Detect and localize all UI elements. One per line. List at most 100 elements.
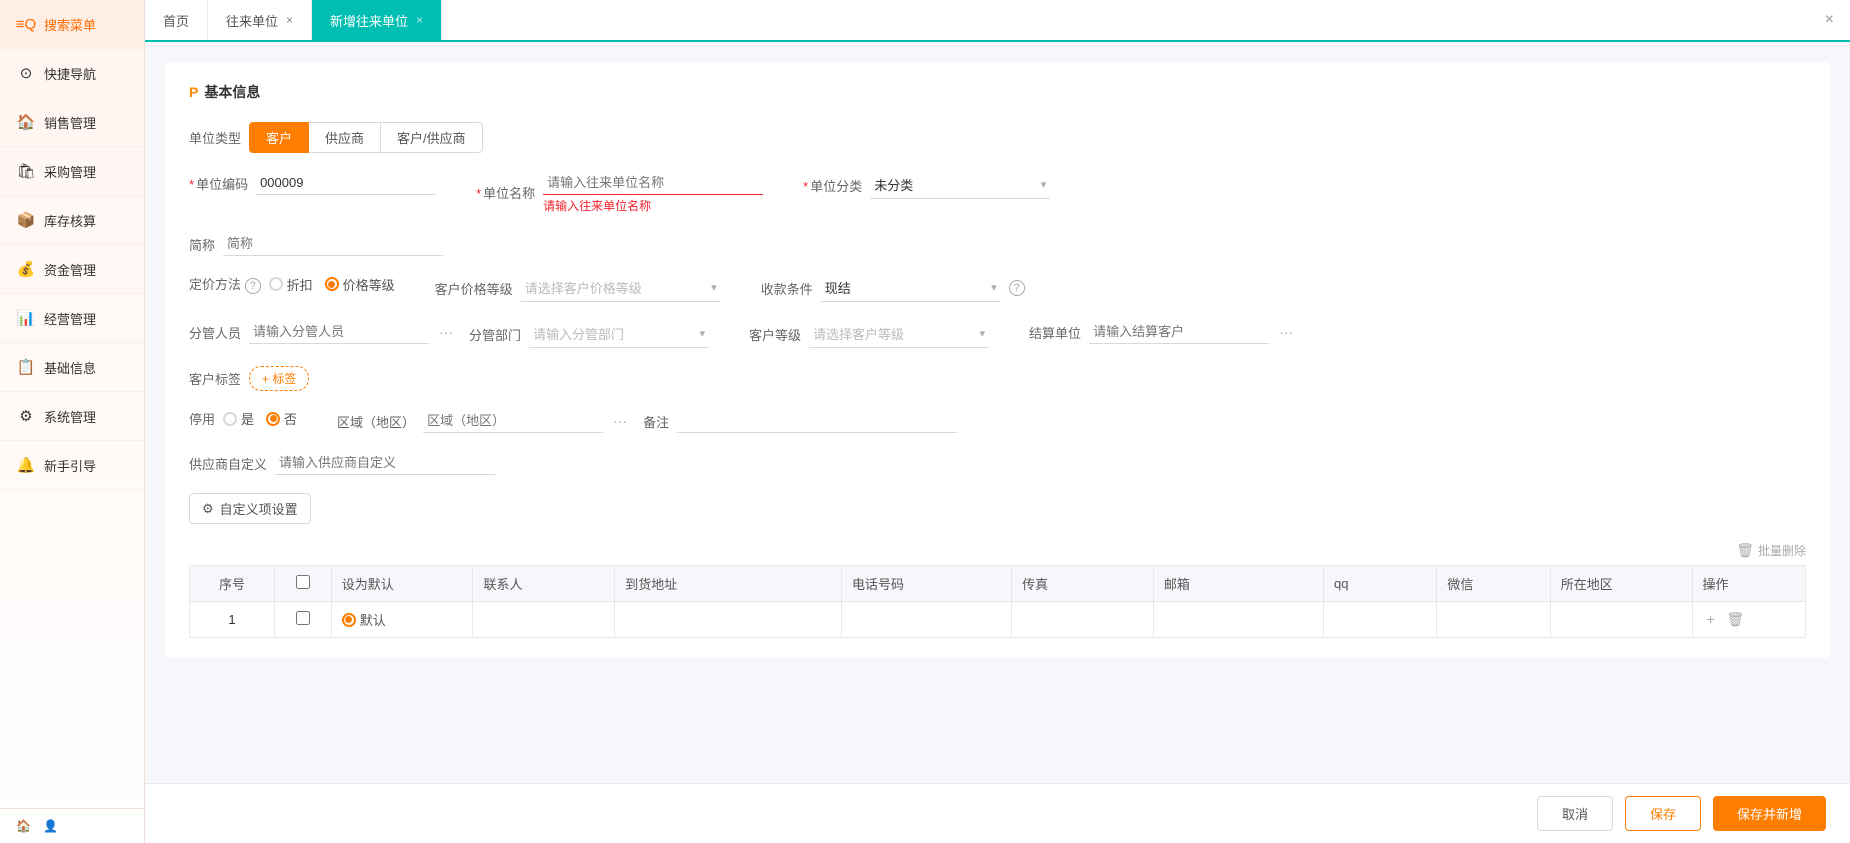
row-default-radio[interactable]: 默认 [342,610,463,629]
add-tag-button[interactable]: + 标签 [249,366,309,391]
region-field: 区域（地区） ··· [337,409,603,433]
list-icon: 📋 [16,357,36,377]
row-delete-button[interactable]: 🗑 [1722,609,1748,630]
content-area: P 基本信息 单位类型 客户 供应商 客户/供应商 *单位编 [145,42,1850,783]
region-input[interactable] [423,409,607,432]
settlement-unit-dots[interactable]: ··· [1277,322,1295,342]
pricing-pricelevel-radio[interactable]: 价格等级 [325,275,395,294]
table-select-all[interactable] [296,575,310,589]
row-wechat [1437,602,1550,638]
supplier-custom-input[interactable] [275,451,495,475]
chart-icon: 📊 [16,308,36,328]
code-name-category-row: *单位编码 *单位名称 请输入往来单位名称 *单位分类 [189,171,1806,214]
save-new-button[interactable]: 保存并新增 [1713,796,1826,831]
short-name-input[interactable] [223,232,443,256]
row-fax [1012,602,1154,638]
unit-type-supplier[interactable]: 供应商 [309,122,381,153]
region-dots[interactable]: ··· [611,411,629,431]
pricing-help-icon[interactable]: ? [245,278,261,294]
tab-home[interactable]: 首页 [145,0,208,40]
unit-type-customer[interactable]: 客户 [249,122,309,153]
pricing-method-radios: 折扣 价格等级 [269,275,395,294]
disabled-yes-radio[interactable]: 是 [223,409,254,428]
unit-code-input[interactable] [256,171,436,195]
save-button[interactable]: 保存 [1625,796,1701,831]
unit-name-error: 请输入往来单位名称 [543,197,763,214]
sidebar-item-operations[interactable]: 📊 经营管理 [0,294,144,343]
disabled-no-circle [266,412,280,426]
disabled-radios: 是 否 [223,409,297,428]
unit-category-value: 未分类 [874,175,1036,194]
sidebar: ≡Q 搜索菜单 ⊙ 快捷导航 🏠 销售管理 🛍 采购管理 📦 库存核算 💰 资金… [0,0,145,843]
tabs-bar: 首页 往来单位 × 新增往来单位 × × [145,0,1850,42]
tab-contacts[interactable]: 往来单位 × [208,0,312,40]
payment-terms-chevron: ▾ [991,281,997,294]
manager-label: 分管人员 [189,323,241,342]
payment-terms-help-icon[interactable]: ? [1009,280,1025,296]
home-footer-icon[interactable]: 🏠 [16,819,31,833]
tags-label: 客户标签 [189,369,241,388]
bag-icon: 🛍 [16,161,36,181]
sidebar-item-finance[interactable]: 💰 资金管理 [0,245,144,294]
col-default: 设为默认 [331,566,473,602]
remark-input[interactable] [677,409,957,433]
unit-name-input[interactable] [543,171,763,195]
pricing-row: 定价方法 ? 折扣 价格等级 客户 [189,274,1806,302]
sidebar-item-basic-info[interactable]: 📋 基础信息 [0,343,144,392]
short-name-row: 简称 [189,232,1806,256]
customer-level-label: 客户等级 [749,325,801,344]
sidebar-item-inventory[interactable]: 📦 库存核算 [0,196,144,245]
pricing-method-field: 定价方法 ? 折扣 价格等级 [189,274,395,294]
settlement-unit-input[interactable] [1089,320,1273,343]
department-chevron: ▾ [700,327,706,340]
unit-type-field: 单位类型 客户 供应商 客户/供应商 [189,122,483,153]
unit-category-select[interactable]: 未分类 ▾ [870,171,1050,199]
sidebar-item-quicknav[interactable]: ⊙ 快捷导航 [0,49,144,98]
sidebar-footer: 🏠 👤 [0,808,144,843]
sidebar-item-label: 资金管理 [44,260,96,279]
tab-contacts-label: 往来单位 [226,11,278,30]
disabled-no-radio[interactable]: 否 [266,409,297,428]
tab-contacts-close[interactable]: × [286,13,293,27]
unit-type-row: 单位类型 客户 供应商 客户/供应商 [189,122,1806,153]
section-title-text: 基本信息 [204,82,260,102]
customer-price-level-value: 请选择客户价格等级 [525,278,707,297]
user-footer-icon[interactable]: 👤 [43,819,58,833]
col-wechat: 微信 [1437,566,1550,602]
search-icon: ≡Q [16,14,36,34]
customer-level-select[interactable]: 请选择客户等级 ▾ [809,320,989,348]
row-select[interactable] [296,611,310,625]
settlement-unit-input-wrapper: ··· [1089,320,1269,344]
sidebar-item-label: 经营管理 [44,309,96,328]
close-all-tabs[interactable]: × [1809,11,1850,29]
sidebar-item-guide[interactable]: 🔔 新手引导 [0,441,144,490]
row-add-button[interactable]: + [1703,609,1719,629]
sidebar-item-search[interactable]: ≡Q 搜索菜单 [0,0,144,49]
short-name-field: 简称 [189,232,443,256]
tab-new-contact[interactable]: 新增往来单位 × [312,0,442,40]
payment-terms-select[interactable]: 现结 ▾ [821,274,1001,302]
pricing-discount-radio[interactable]: 折扣 [269,275,313,294]
disabled-region-row: 停用 是 否 区域（地区） [189,409,1806,433]
manager-input[interactable] [249,320,433,343]
sidebar-item-purchase[interactable]: 🛍 采购管理 [0,147,144,196]
manager-dots[interactable]: ··· [437,322,455,342]
sidebar-item-label: 销售管理 [44,113,96,132]
customer-price-level-select[interactable]: 请选择客户价格等级 ▾ [521,274,721,302]
money-icon: 💰 [16,259,36,279]
tab-new-contact-close[interactable]: × [416,13,423,27]
batch-delete-label[interactable]: 批量删除 [1758,542,1806,559]
sidebar-item-label: 采购管理 [44,162,96,181]
disabled-field: 停用 是 否 [189,409,297,428]
short-name-label: 简称 [189,235,215,254]
tab-home-label: 首页 [163,11,189,30]
department-field: 分管部门 请输入分管部门 ▾ [469,320,709,348]
customer-price-level-chevron: ▾ [711,281,717,294]
sidebar-item-system[interactable]: ⚙ 系统管理 [0,392,144,441]
department-select[interactable]: 请输入分管部门 ▾ [529,320,709,348]
sidebar-item-sales[interactable]: 🏠 销售管理 [0,98,144,147]
custom-settings-button[interactable]: ⚙ 自定义项设置 [189,493,311,524]
region-label: 区域（地区） [337,412,415,431]
cancel-button[interactable]: 取消 [1537,796,1613,831]
unit-type-both[interactable]: 客户/供应商 [381,122,483,153]
